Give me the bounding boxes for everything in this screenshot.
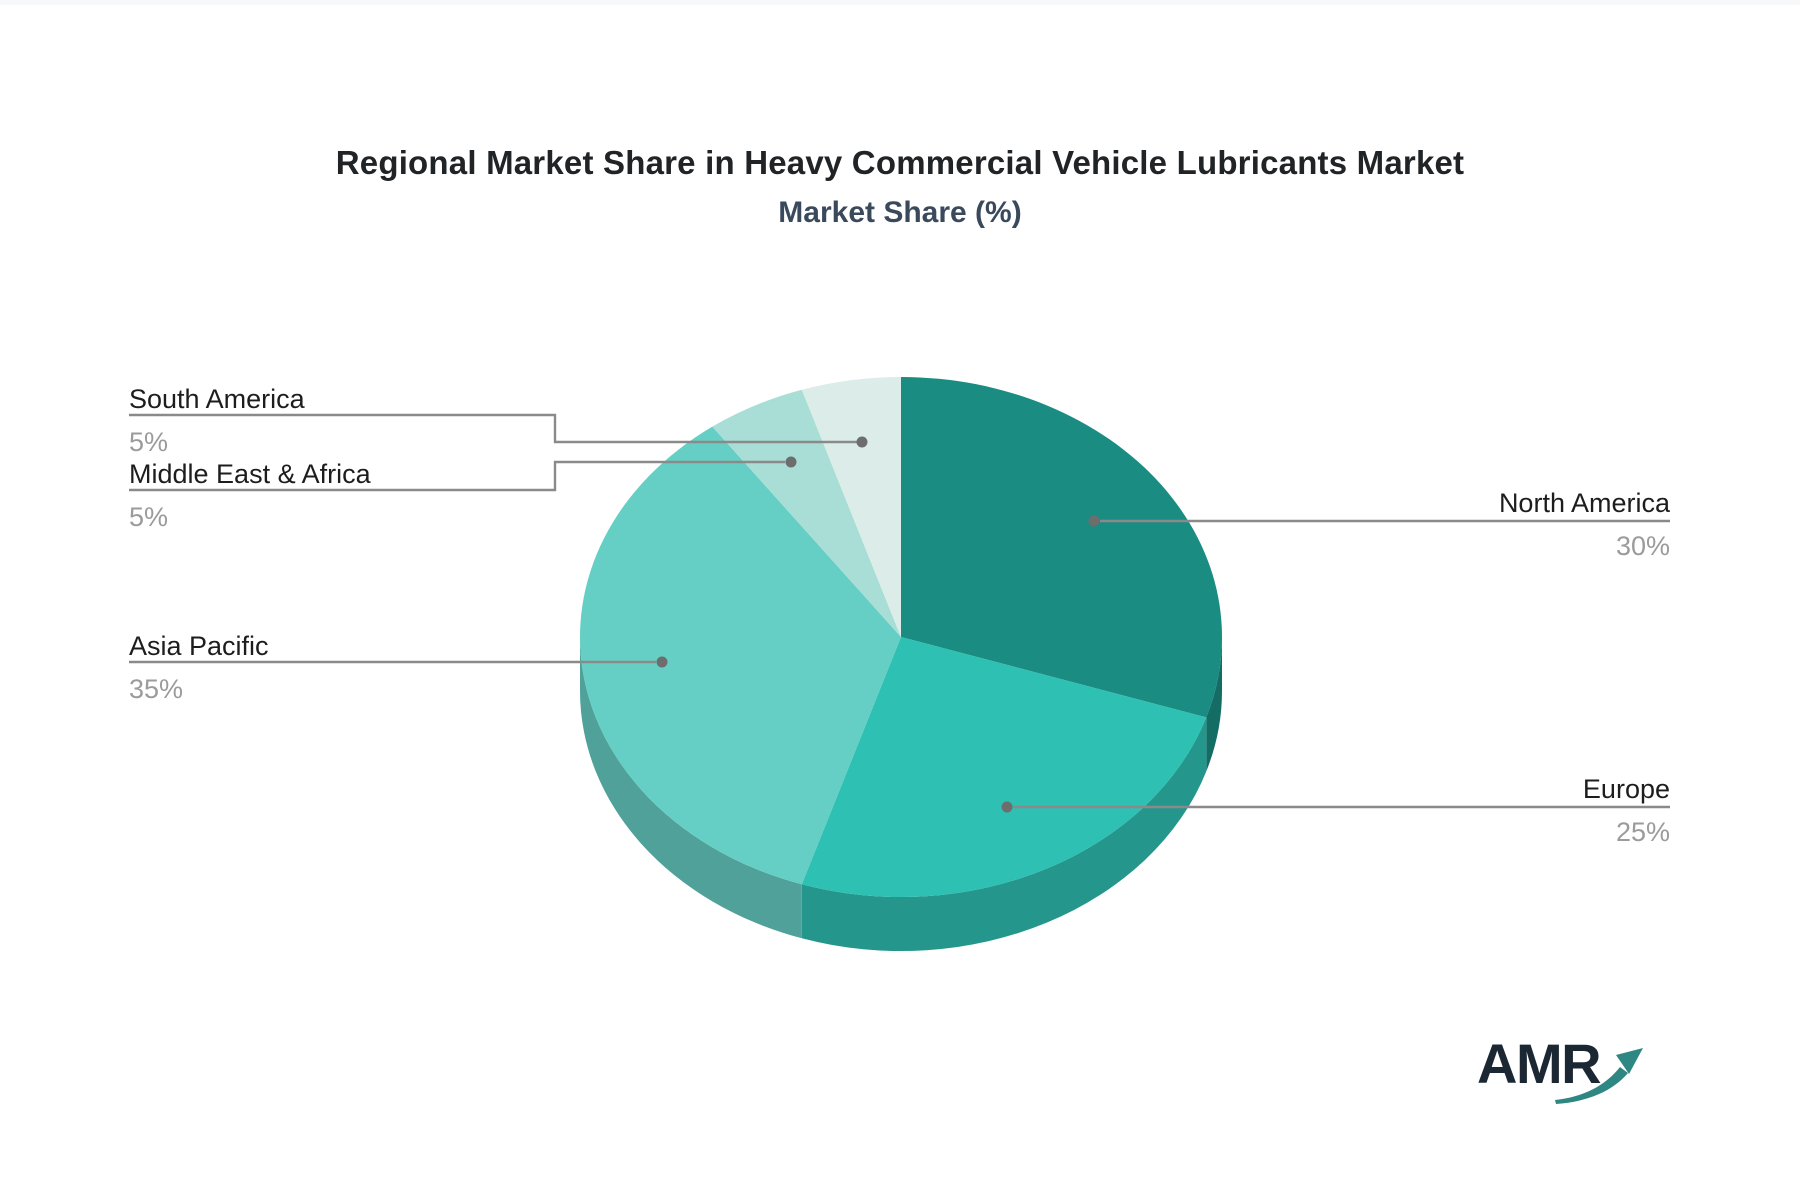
callout-south-america: South America 5%: [129, 384, 305, 458]
callout-europe: Europe 25%: [1583, 774, 1670, 848]
leader-dot: [856, 436, 868, 448]
label-asia-pacific: Asia Pacific: [129, 631, 269, 661]
leader-dot: [785, 456, 797, 468]
amr-logo-arrow-icon: [1555, 1048, 1643, 1104]
value-europe: 25%: [1615, 817, 1670, 847]
leader-dot: [1088, 515, 1100, 527]
callout-middle-east-africa: Middle East & Africa 5%: [129, 459, 371, 533]
pie-chart-canvas: [129, 376, 1670, 951]
leader-dot: [1001, 801, 1013, 813]
label-south-america: South America: [129, 384, 305, 414]
callout-north-america: North America 30%: [1499, 488, 1670, 562]
value-north-america: 30%: [1615, 531, 1670, 561]
label-europe: Europe: [1582, 774, 1670, 804]
label-north-america: North America: [1498, 488, 1670, 518]
label-middle-east-africa: Middle East & Africa: [129, 459, 371, 489]
value-asia-pacific: 35%: [129, 674, 184, 704]
value-south-america: 5%: [129, 427, 169, 457]
amr-logo: AMR: [1477, 1036, 1657, 1106]
value-middle-east-africa: 5%: [129, 502, 169, 532]
leader-dot: [656, 656, 668, 668]
callout-asia-pacific: Asia Pacific 35%: [129, 631, 269, 705]
